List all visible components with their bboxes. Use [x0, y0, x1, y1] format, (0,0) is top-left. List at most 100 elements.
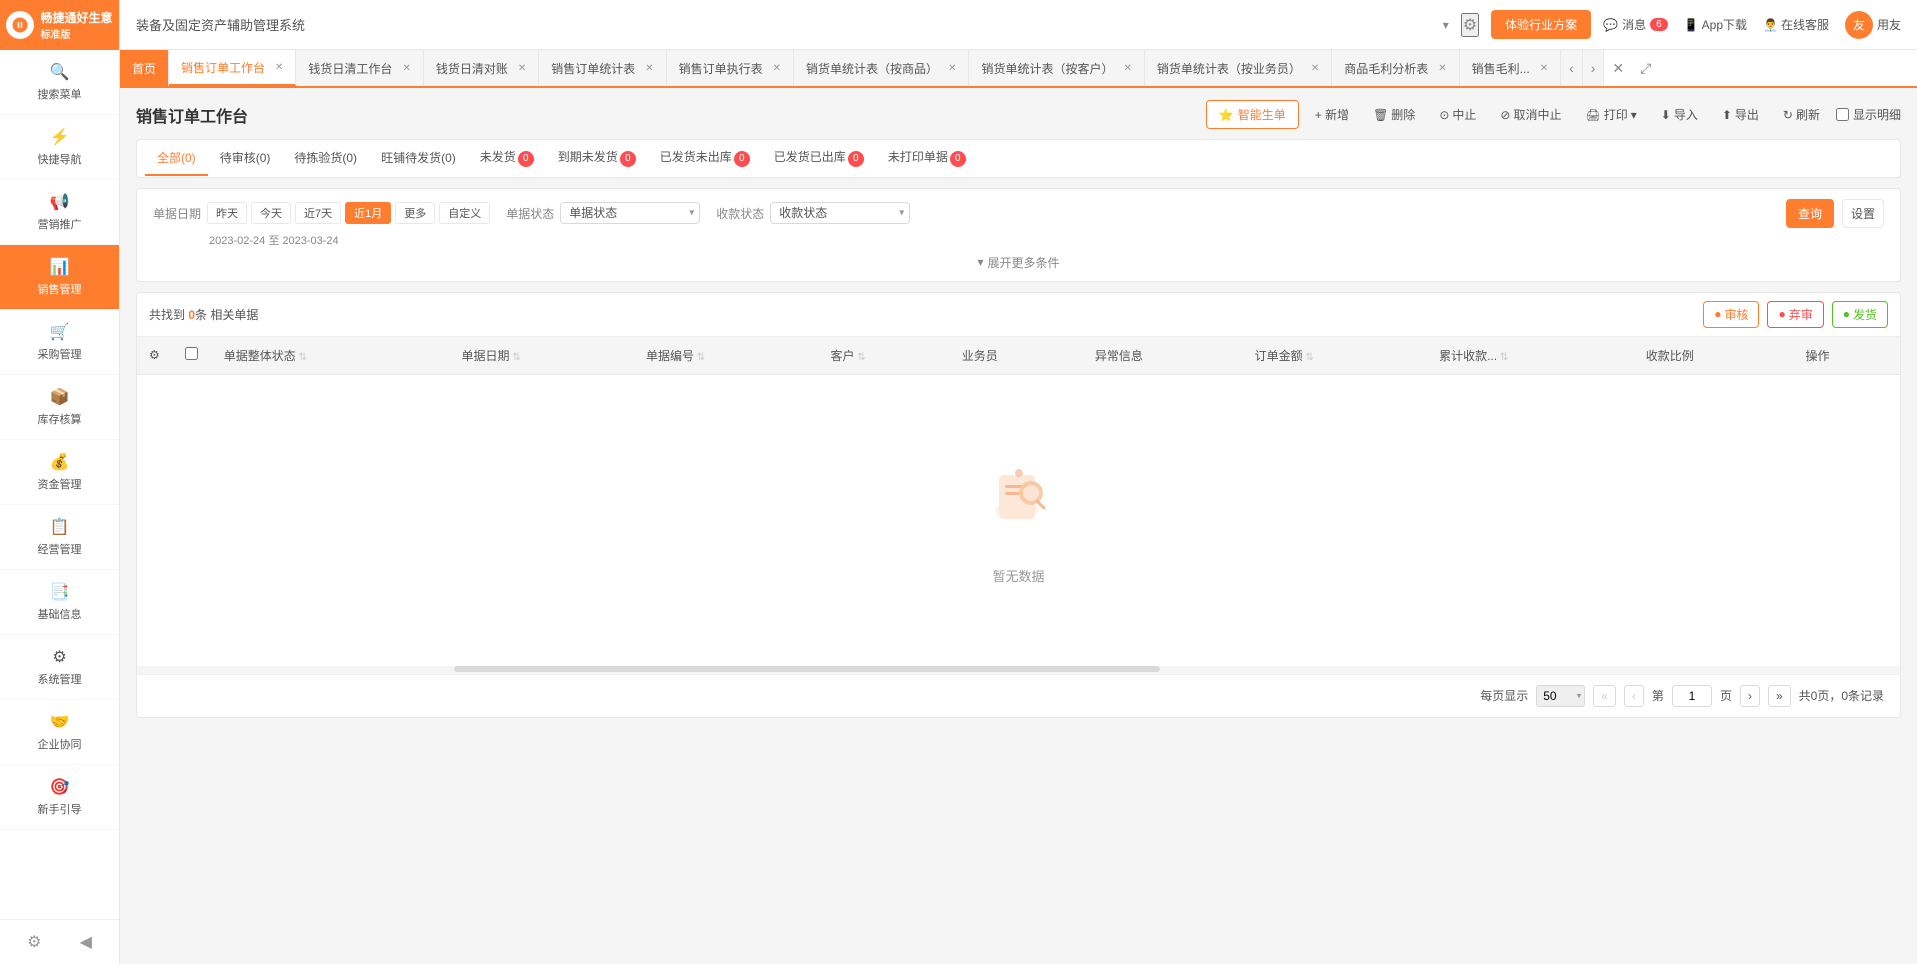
tab-close-10[interactable]: ✕ [1540, 63, 1548, 74]
tab-2[interactable]: 钱货日清工作台✕ [296, 50, 423, 86]
subtab-5[interactable]: 到期未发货0 [546, 140, 648, 177]
set-btn[interactable]: 设置 [1842, 199, 1884, 228]
app-download-btn[interactable]: 📱 App下载 [1684, 16, 1747, 33]
sidebar-item-9[interactable]: ⚙系统管理 [0, 635, 119, 700]
sidebar-item-10[interactable]: 🤝企业协同 [0, 700, 119, 765]
first-page-btn[interactable]: « [1593, 685, 1616, 707]
tab-close-6[interactable]: ✕ [948, 63, 956, 74]
show-detail-checkbox[interactable] [1836, 108, 1849, 121]
industry-btn[interactable]: 体验行业方案 [1491, 10, 1591, 39]
sidebar-item-5[interactable]: 📦库存核算 [0, 375, 119, 440]
tab-close-all[interactable]: ✕ [1604, 50, 1632, 86]
delete-btn[interactable]: 🗑 删除 [1365, 101, 1423, 128]
tab-close-5[interactable]: ✕ [773, 63, 781, 74]
th-checkbox[interactable] [172, 337, 212, 375]
tab-8[interactable]: 销货单统计表（按业务员）✕ [1145, 50, 1332, 86]
sidebar-item-1[interactable]: ⚡快捷导航 [0, 115, 119, 180]
th-customer[interactable]: 客户 [818, 337, 949, 375]
topbar-dropdown-arrow[interactable]: ▾ [1443, 18, 1449, 32]
subtab-1[interactable]: 待审核(0) [208, 141, 283, 176]
next-page-btn[interactable]: › [1740, 685, 1760, 707]
payment-select[interactable]: 收款状态 [770, 202, 910, 224]
date-quick-btn-1[interactable]: 今天 [251, 202, 291, 224]
tab-close-4[interactable]: ✕ [645, 63, 653, 74]
date-quick-btn-0[interactable]: 昨天 [207, 202, 247, 224]
tab-3[interactable]: 钱货日清对账✕ [424, 50, 539, 86]
th-status[interactable]: 单据整体状态 [212, 337, 450, 375]
sidebar-item-7[interactable]: 📋经营管理 [0, 505, 119, 570]
filter-payment: 收款状态 收款状态 [716, 202, 910, 224]
tab-close-9[interactable]: ✕ [1438, 63, 1446, 74]
date-quick-btn-5[interactable]: 自定义 [439, 202, 490, 224]
export-btn[interactable]: ⬆ 导出 [1714, 101, 1767, 128]
subtab-0[interactable]: 全部(0) [145, 141, 208, 176]
tab-0[interactable]: 首页 [120, 50, 169, 86]
expand-btn[interactable]: ▾ 展开更多条件 [153, 254, 1884, 271]
tab-close-2[interactable]: ✕ [402, 63, 410, 74]
per-page-select[interactable]: 50 10 20 100 [1536, 685, 1585, 707]
online-service-btn[interactable]: 👨‍💼 在线客服 [1763, 16, 1829, 33]
date-quick-btn-4[interactable]: 更多 [395, 202, 435, 224]
subtab-8[interactable]: 未打印单据0 [876, 140, 978, 177]
last-page-btn[interactable]: » [1768, 685, 1791, 707]
subtab-2[interactable]: 待拣验货(0) [282, 141, 369, 176]
sidebar-item-3[interactable]: 📊销售管理 [0, 245, 119, 310]
tab-close-8[interactable]: ✕ [1311, 63, 1319, 74]
add-btn[interactable]: + 新增 [1307, 101, 1357, 128]
tab-1[interactable]: 销售订单工作台✕ [169, 50, 296, 86]
select-all-checkbox[interactable] [185, 347, 198, 360]
th-number[interactable]: 单据编号 [634, 337, 819, 375]
tab-nav-next[interactable]: › [1583, 50, 1605, 86]
tab-maximize[interactable]: ⤢ [1632, 50, 1659, 86]
sidebar: 畅捷通好生意 标准版 🔍搜索菜单⚡快捷导航📢营销推广📊销售管理🛒采购管理📦库存核… [0, 0, 120, 964]
tab-7[interactable]: 销货单统计表（按客户）✕ [969, 50, 1144, 86]
import-btn[interactable]: ⬇ 导入 [1653, 101, 1706, 128]
user-info[interactable]: 友 用友 [1845, 11, 1901, 39]
tab-6[interactable]: 销货单统计表（按商品）✕ [794, 50, 969, 86]
th-date[interactable]: 单据日期 [449, 337, 634, 375]
prev-page-btn[interactable]: ‹ [1624, 685, 1644, 707]
tab-close-1[interactable]: ✕ [275, 62, 283, 73]
page-input[interactable] [1672, 685, 1712, 707]
subtabs: 全部(0)待审核(0)待拣验货(0)旺铺待发货(0)未发货0到期未发货0已发货未… [136, 139, 1901, 178]
tab-10[interactable]: 销售毛利...✕ [1460, 50, 1561, 86]
stop-btn[interactable]: ⊙ 中止 [1431, 101, 1484, 128]
print-btn[interactable]: 🖨 打印 ▾ [1577, 101, 1644, 128]
cancel-stop-btn[interactable]: ⊘ 取消中止 [1492, 101, 1569, 128]
show-detail-label[interactable]: 显示明细 [1836, 106, 1901, 123]
subtab-6[interactable]: 已发货未出库0 [648, 140, 762, 177]
smart-btn[interactable]: ⭐ 智能生单 [1206, 100, 1299, 129]
tab-5[interactable]: 销售订单执行表✕ [667, 50, 794, 86]
date-quick-btn-2[interactable]: 近7天 [295, 202, 341, 224]
sidebar-item-8[interactable]: 📑基础信息 [0, 570, 119, 635]
date-quick-btn-3[interactable]: 近1月 [345, 202, 391, 224]
subtab-3[interactable]: 旺铺待发货(0) [369, 141, 468, 176]
tab-9[interactable]: 商品毛利分析表✕ [1332, 50, 1459, 86]
expand-down-icon: ▾ [977, 255, 983, 269]
tab-4[interactable]: 销售订单统计表✕ [539, 50, 666, 86]
settings-btn[interactable]: ⚙ [1461, 13, 1479, 37]
sidebar-item-0[interactable]: 🔍搜索菜单 [0, 50, 119, 115]
subtab-4[interactable]: 未发货0 [468, 140, 546, 177]
audit-btn[interactable]: ● 审核 [1703, 301, 1759, 328]
settings-icon-btn[interactable]: ⚙ [23, 928, 45, 956]
sidebar-item-2[interactable]: 📢营销推广 [0, 180, 119, 245]
th-collected[interactable]: 累计收款... [1427, 337, 1634, 375]
th-gear[interactable]: ⚙ [137, 337, 172, 375]
scrollbar[interactable] [137, 666, 1900, 674]
refresh-btn[interactable]: ↻ 刷新 [1775, 101, 1828, 128]
status-select[interactable]: 单据状态 [560, 202, 700, 224]
query-btn[interactable]: 查询 [1786, 199, 1834, 228]
sidebar-item-6[interactable]: 💰资金管理 [0, 440, 119, 505]
collapse-btn[interactable]: ◀ [76, 928, 96, 956]
th-amount[interactable]: 订单金额 [1243, 337, 1428, 375]
sidebar-item-4[interactable]: 🛒采购管理 [0, 310, 119, 375]
tab-close-3[interactable]: ✕ [518, 63, 526, 74]
tab-close-7[interactable]: ✕ [1123, 63, 1131, 74]
subtab-7[interactable]: 已发货已出库0 [762, 140, 876, 177]
tab-nav-prev[interactable]: ‹ [1561, 50, 1583, 86]
sidebar-item-11[interactable]: 🎯新手引导 [0, 765, 119, 830]
ship-btn[interactable]: ● 发货 [1832, 301, 1888, 328]
message-area[interactable]: 💬 消息 6 [1603, 16, 1668, 33]
reject-btn[interactable]: ● 弃审 [1767, 301, 1823, 328]
